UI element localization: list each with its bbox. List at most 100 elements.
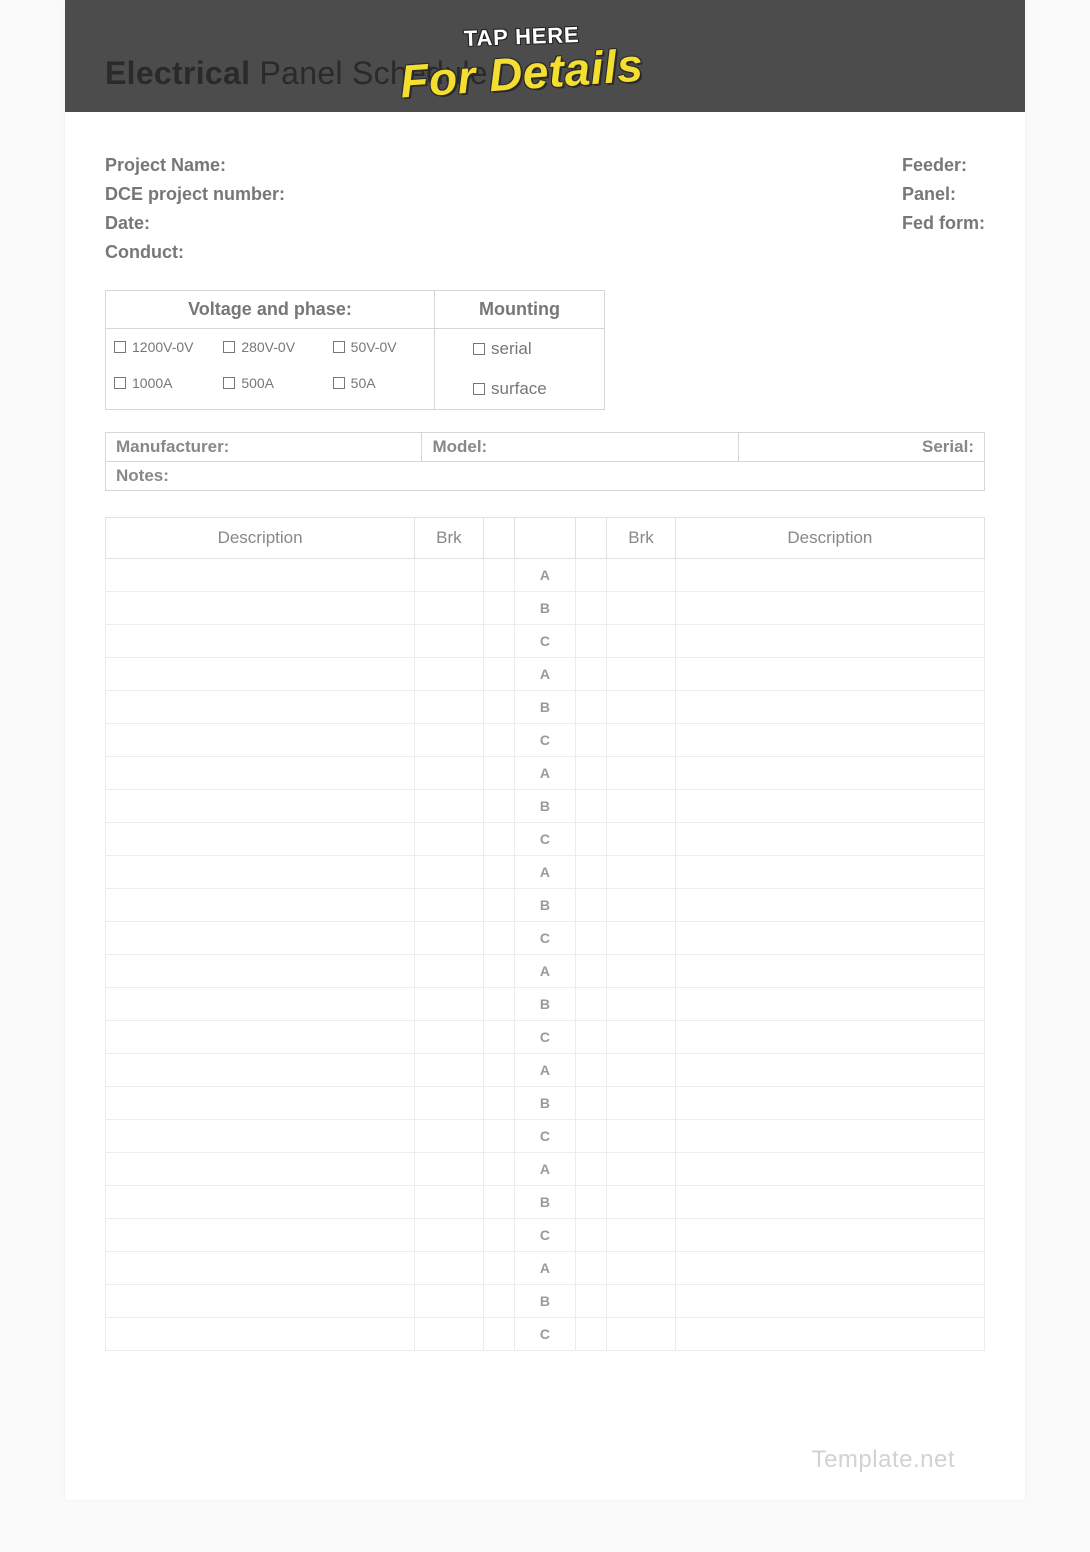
desc-left-cell[interactable] (106, 1318, 415, 1351)
desc-right-cell[interactable] (675, 1153, 984, 1186)
brk-left-cell[interactable] (415, 724, 483, 757)
brk-left-cell[interactable] (415, 691, 483, 724)
desc-left-cell[interactable] (106, 1186, 415, 1219)
brk-right-cell[interactable] (607, 955, 675, 988)
desc-right-cell[interactable] (675, 658, 984, 691)
desc-right-cell[interactable] (675, 1087, 984, 1120)
desc-left-cell[interactable] (106, 1054, 415, 1087)
brk-left-cell[interactable] (415, 889, 483, 922)
vp-option-50a[interactable]: 50A (325, 365, 434, 401)
brk-right-cell[interactable] (607, 625, 675, 658)
brk-right-cell[interactable] (607, 1252, 675, 1285)
vp-option-500a[interactable]: 500A (215, 365, 324, 401)
vp-option-50v[interactable]: 50V-0V (325, 329, 434, 365)
brk-left-cell[interactable] (415, 1021, 483, 1054)
brk-left-cell[interactable] (415, 559, 483, 592)
brk-left-cell[interactable] (415, 625, 483, 658)
desc-left-cell[interactable] (106, 889, 415, 922)
desc-left-cell[interactable] (106, 1087, 415, 1120)
desc-right-cell[interactable] (675, 1186, 984, 1219)
brk-right-cell[interactable] (607, 889, 675, 922)
desc-left-cell[interactable] (106, 988, 415, 1021)
desc-left-cell[interactable] (106, 724, 415, 757)
desc-left-cell[interactable] (106, 955, 415, 988)
desc-right-cell[interactable] (675, 1285, 984, 1318)
brk-left-cell[interactable] (415, 823, 483, 856)
desc-right-cell[interactable] (675, 955, 984, 988)
brk-left-cell[interactable] (415, 856, 483, 889)
desc-right-cell[interactable] (675, 691, 984, 724)
desc-right-cell[interactable] (675, 988, 984, 1021)
brk-left-cell[interactable] (415, 1285, 483, 1318)
brk-right-cell[interactable] (607, 1021, 675, 1054)
desc-left-cell[interactable] (106, 1120, 415, 1153)
brk-right-cell[interactable] (607, 1120, 675, 1153)
brk-left-cell[interactable] (415, 757, 483, 790)
desc-left-cell[interactable] (106, 757, 415, 790)
brk-right-cell[interactable] (607, 922, 675, 955)
brk-right-cell[interactable] (607, 1219, 675, 1252)
brk-left-cell[interactable] (415, 790, 483, 823)
brk-left-cell[interactable] (415, 1219, 483, 1252)
desc-left-cell[interactable] (106, 1285, 415, 1318)
brk-right-cell[interactable] (607, 988, 675, 1021)
brk-right-cell[interactable] (607, 1285, 675, 1318)
brk-left-cell[interactable] (415, 658, 483, 691)
brk-right-cell[interactable] (607, 559, 675, 592)
desc-right-cell[interactable] (675, 1252, 984, 1285)
desc-left-cell[interactable] (106, 1219, 415, 1252)
brk-left-cell[interactable] (415, 988, 483, 1021)
vp-option-1000a[interactable]: 1000A (106, 365, 215, 401)
desc-right-cell[interactable] (675, 889, 984, 922)
desc-left-cell[interactable] (106, 856, 415, 889)
desc-left-cell[interactable] (106, 1153, 415, 1186)
desc-right-cell[interactable] (675, 823, 984, 856)
brk-right-cell[interactable] (607, 790, 675, 823)
desc-right-cell[interactable] (675, 1120, 984, 1153)
brk-left-cell[interactable] (415, 1120, 483, 1153)
desc-right-cell[interactable] (675, 625, 984, 658)
brk-left-cell[interactable] (415, 1153, 483, 1186)
desc-left-cell[interactable] (106, 592, 415, 625)
brk-right-cell[interactable] (607, 691, 675, 724)
desc-right-cell[interactable] (675, 1054, 984, 1087)
desc-right-cell[interactable] (675, 1219, 984, 1252)
desc-left-cell[interactable] (106, 559, 415, 592)
desc-right-cell[interactable] (675, 559, 984, 592)
desc-right-cell[interactable] (675, 922, 984, 955)
desc-left-cell[interactable] (106, 625, 415, 658)
desc-left-cell[interactable] (106, 1021, 415, 1054)
vp-option-1200v[interactable]: 1200V-0V (106, 329, 215, 365)
desc-left-cell[interactable] (106, 823, 415, 856)
vp-option-280v[interactable]: 280V-0V (215, 329, 324, 365)
brk-left-cell[interactable] (415, 922, 483, 955)
brk-left-cell[interactable] (415, 592, 483, 625)
desc-left-cell[interactable] (106, 1252, 415, 1285)
desc-right-cell[interactable] (675, 1318, 984, 1351)
brk-left-cell[interactable] (415, 1054, 483, 1087)
brk-right-cell[interactable] (607, 592, 675, 625)
brk-left-cell[interactable] (415, 1252, 483, 1285)
brk-left-cell[interactable] (415, 1087, 483, 1120)
desc-left-cell[interactable] (106, 658, 415, 691)
desc-right-cell[interactable] (675, 724, 984, 757)
brk-right-cell[interactable] (607, 823, 675, 856)
brk-right-cell[interactable] (607, 1087, 675, 1120)
brk-right-cell[interactable] (607, 1318, 675, 1351)
desc-right-cell[interactable] (675, 856, 984, 889)
brk-right-cell[interactable] (607, 757, 675, 790)
desc-right-cell[interactable] (675, 592, 984, 625)
desc-right-cell[interactable] (675, 1021, 984, 1054)
brk-right-cell[interactable] (607, 1153, 675, 1186)
brk-right-cell[interactable] (607, 1054, 675, 1087)
mounting-option-serial[interactable]: serial (465, 329, 540, 369)
brk-right-cell[interactable] (607, 1186, 675, 1219)
brk-right-cell[interactable] (607, 658, 675, 691)
desc-left-cell[interactable] (106, 790, 415, 823)
desc-left-cell[interactable] (106, 691, 415, 724)
brk-left-cell[interactable] (415, 1318, 483, 1351)
brk-left-cell[interactable] (415, 1186, 483, 1219)
desc-right-cell[interactable] (675, 790, 984, 823)
mounting-option-surface[interactable]: surface (465, 369, 555, 409)
desc-left-cell[interactable] (106, 922, 415, 955)
